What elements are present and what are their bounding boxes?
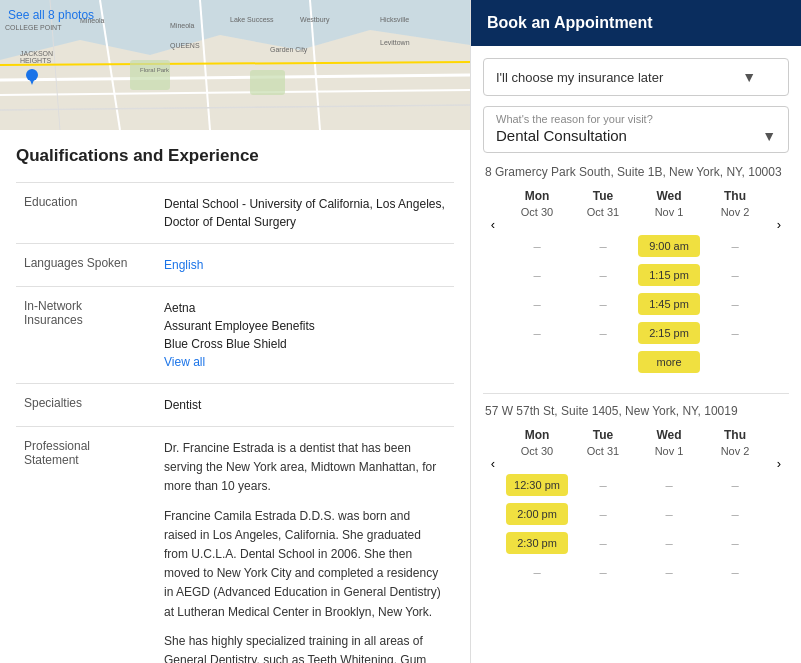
insurance-label: In-Network Insurances [16,287,156,384]
svg-text:Levittown: Levittown [380,39,410,46]
insurance-row: In-Network Insurances Aetna Assurant Emp… [16,287,454,384]
slot-wed-115pm[interactable]: 1:15 pm [638,264,700,286]
qualifications-table: Education Dental School - University of … [16,182,454,663]
insurance-dropdown-arrow: ▼ [742,69,756,85]
languages-row: Languages Spoken English [16,244,454,287]
svg-rect-11 [250,70,285,95]
statement-para-1: Dr. Francine Estrada is a dentist that h… [164,439,446,497]
view-all-link[interactable]: View all [164,353,446,371]
insurance-value: Aetna Assurant Employee Benefits Blue Cr… [156,287,454,384]
specialties-value: Dentist [156,384,454,427]
slot2-mon-200pm[interactable]: 2:00 pm [506,503,568,525]
education-label: Education [16,183,156,244]
cal2-day-0: Mon Oct 30 [505,428,569,462]
insurance-line-1: Aetna [164,299,446,317]
divider [483,393,789,394]
cal1-next-arrow[interactable]: › [777,217,781,232]
schedule-block-1: ‹ Mon Oct 30 Tue Oct 31 Wed Nov 1 [483,189,789,377]
svg-text:Garden City: Garden City [270,46,308,54]
specialties-label: Specialties [16,384,156,427]
cal1-day-0: Mon Oct 30 [505,189,569,223]
svg-text:Hicksville: Hicksville [380,16,409,23]
slot-wed-215pm[interactable]: 2:15 pm [638,322,700,344]
cal1-prev-arrow[interactable]: ‹ [491,217,495,232]
svg-text:Floral Park: Floral Park [140,67,170,73]
slot-wed-more[interactable]: more [638,351,700,373]
svg-text:Westbury: Westbury [300,16,330,24]
cal1-day-2: Wed Nov 1 [637,189,701,223]
statement-value: Dr. Francine Estrada is a dentist that h… [156,427,454,664]
cal2-day-1: Tue Oct 31 [571,428,635,462]
svg-text:Lake Success: Lake Success [230,16,274,23]
cal2-prev-arrow[interactable]: ‹ [491,456,495,471]
location-1-text: 8 Gramercy Park South, Suite 1B, New Yor… [483,165,789,179]
education-value: Dental School - University of California… [156,183,454,244]
see-photos-link[interactable]: See all 8 photos [8,8,94,22]
reason-box[interactable]: What's the reason for your visit? Dental… [483,106,789,153]
cal1-day-3: Thu Nov 2 [703,189,767,223]
languages-value: English [156,244,454,287]
statement-para-3: She has highly specialized training in a… [164,632,446,663]
svg-rect-10 [130,60,170,90]
svg-text:QUEENS: QUEENS [170,42,200,50]
statement-para-2: Francine Camila Estrada D.D.S. was born … [164,507,446,622]
languages-label: Languages Spoken [16,244,156,287]
schedule-block-2: ‹ Mon Oct 30 Tue Oct 31 Wed Nov 1 [483,428,789,587]
svg-text:Mineola: Mineola [170,22,195,29]
reason-value: Dental Consultation [496,127,627,144]
slot-wed-900am[interactable]: 9:00 am [638,235,700,257]
cal2-day-3: Thu Nov 2 [703,428,767,462]
insurance-line-3: Blue Cross Blue Shield [164,335,446,353]
location-2-text: 57 W 57th St, Suite 1405, New York, NY, … [483,404,789,418]
specialties-row: Specialties Dentist [16,384,454,427]
cal1-day-1: Tue Oct 31 [571,189,635,223]
insurance-line-2: Assurant Employee Benefits [164,317,446,335]
svg-text:JACKSON: JACKSON [20,50,53,57]
statement-row: Professional Statement Dr. Francine Estr… [16,427,454,664]
svg-text:HEIGHTS: HEIGHTS [20,57,51,64]
education-row: Education Dental School - University of … [16,183,454,244]
insurance-dropdown-row[interactable]: I'll choose my insurance later ▼ [483,58,789,96]
svg-text:COLLEGE POINT: COLLEGE POINT [5,24,62,31]
cal2-day-2: Wed Nov 1 [637,428,701,462]
section-title: Qualifications and Experience [16,146,454,166]
reason-label: What's the reason for your visit? [496,113,776,125]
insurance-dropdown[interactable]: I'll choose my insurance later ▼ [483,58,789,96]
cal2-next-arrow[interactable]: › [777,456,781,471]
slot2-mon-230pm[interactable]: 2:30 pm [506,532,568,554]
reason-dropdown-arrow[interactable]: ▼ [762,128,776,144]
statement-label: Professional Statement [16,427,156,664]
map-area: JACKSON HEIGHTS QUEENS Garden City Levit… [0,0,470,130]
slot2-mon-1230pm[interactable]: 12:30 pm [506,474,568,496]
book-header: Book an Appointment [471,0,801,46]
slot-wed-145pm[interactable]: 1:45 pm [638,293,700,315]
